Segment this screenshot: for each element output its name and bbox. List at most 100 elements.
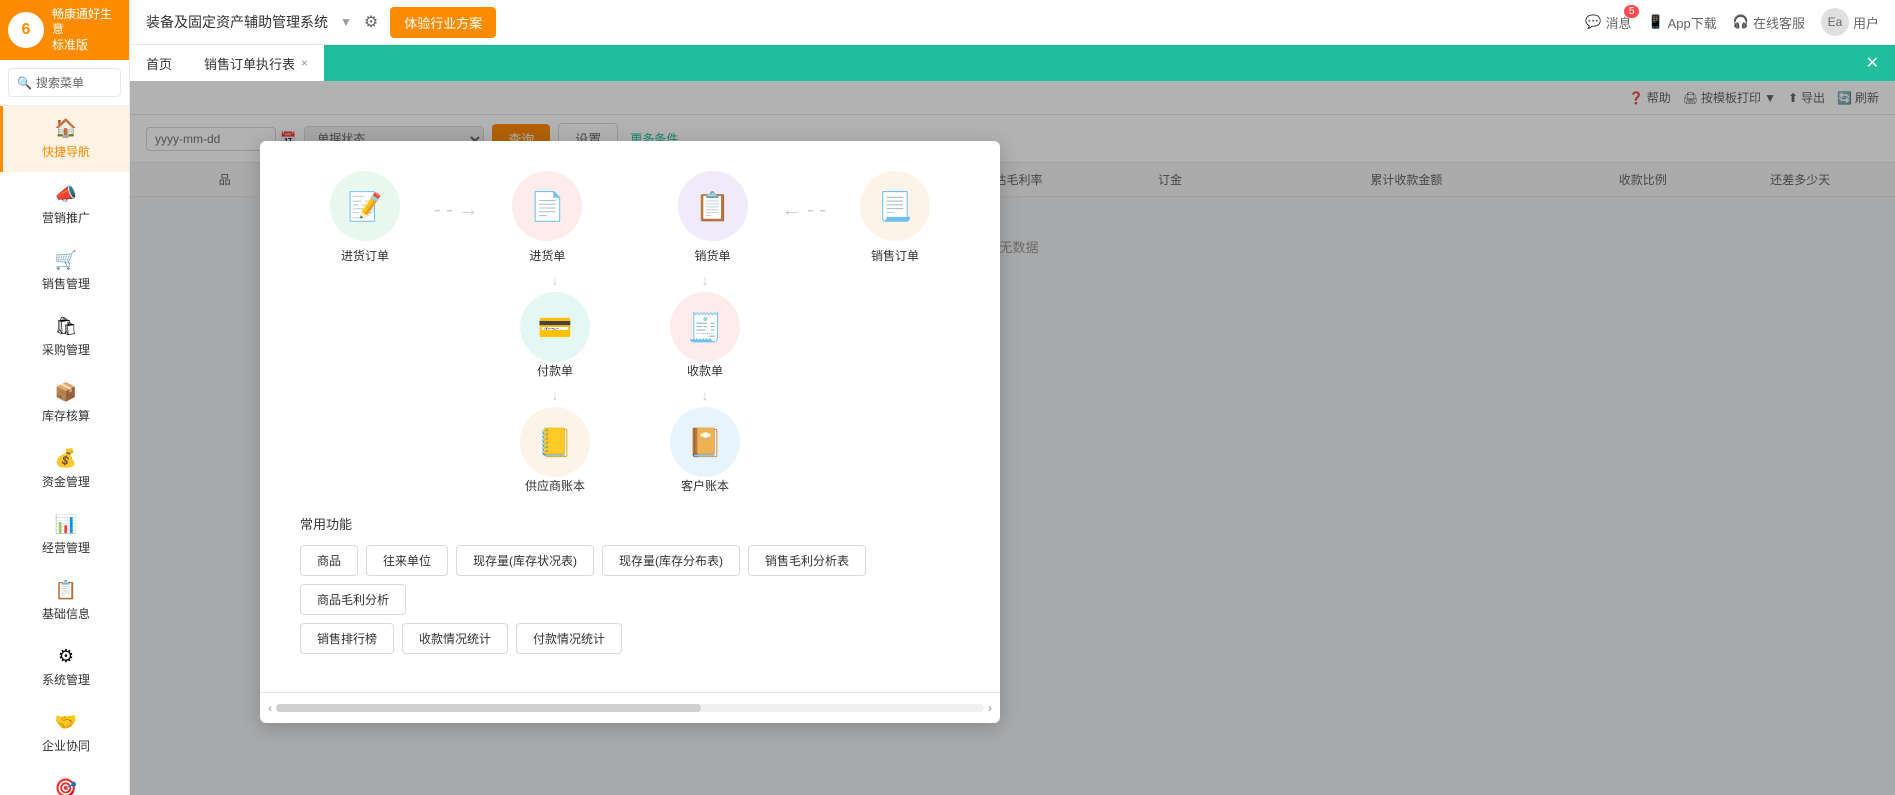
sidebar-item-label: 基础信息 [42, 605, 90, 622]
func-btns-row2: 销售排行榜 收款情况统计 付款情况统计 [300, 623, 960, 654]
down-arrow-receipt-icon: ↓ [702, 272, 709, 288]
func-btn-product[interactable]: 商品 [300, 545, 358, 576]
receipt-circle: 🧾 [670, 292, 740, 362]
purchase-bill-circle: 📄 [512, 171, 582, 241]
down-arrow-customer-icon: ↓ [702, 387, 709, 403]
avatar: Ea [1821, 8, 1849, 36]
modal-overlay[interactable]: 📝 进货订单 - - → 📄 进货单 [130, 81, 1895, 795]
header-right: 💬 消息 5 📱 App下载 🎧 在线客服 Ea 用户 [1585, 8, 1879, 36]
receipt-label: 收款单 [687, 362, 723, 379]
sidebar: 6 畅康通好生意 标准版 🔍 搜索菜单 🏠 快捷导航 📣 营销推广 🛒 [0, 0, 130, 795]
tab-sales-order[interactable]: 销售订单执行表 × [188, 45, 324, 81]
sidebar-item-system[interactable]: ⚙ 系统管理 [0, 634, 129, 700]
search-menu-button[interactable]: 🔍 搜索菜单 [8, 68, 121, 97]
search-icon: 🔍 [17, 76, 32, 90]
message-icon: 💬 [1585, 14, 1601, 30]
sidebar-item-label: 资金管理 [42, 473, 90, 490]
purchase-order-circle: 📝 [330, 171, 400, 241]
arrow-2-icon: ← - - [778, 199, 830, 222]
purchase-bill-label: 进货单 [529, 247, 565, 264]
enterprise-icon: 🤝 [55, 712, 77, 733]
modal-scrollbar: ‹ › [260, 692, 1000, 723]
supplier-circle: 📒 [520, 407, 590, 477]
sidebar-item-label: 系统管理 [42, 671, 90, 688]
func-btn-product-gross[interactable]: 商品毛利分析 [300, 584, 406, 615]
func-btn-partner[interactable]: 往来单位 [366, 545, 448, 576]
operation-icon: 📊 [55, 514, 77, 535]
quick-nav-icon: 🏠 [55, 118, 77, 139]
customer-circle: 📔 [670, 407, 740, 477]
basic-icon: 📋 [55, 580, 77, 601]
tabs-bar: 首页 销售订单执行表 × ✕ [130, 45, 1895, 81]
sidebar-item-purchase[interactable]: 🛍 采购管理 [0, 304, 129, 370]
user-name: 用户 [1853, 13, 1879, 32]
message-btn[interactable]: 💬 消息 5 [1585, 13, 1631, 32]
sidebar-logo: 6 畅康通好生意 标准版 [0, 0, 129, 60]
experience-btn[interactable]: 体验行业方案 [390, 7, 496, 38]
func-btn-sales-rank[interactable]: 销售排行榜 [300, 623, 394, 654]
supplier-label: 供应商账本 [525, 477, 585, 494]
sidebar-item-finance[interactable]: 💰 资金管理 [0, 436, 129, 502]
scrollbar-thumb [276, 704, 701, 712]
sidebar-item-label: 库存核算 [42, 407, 90, 424]
sidebar-item-quick-nav[interactable]: 🏠 快捷导航 [0, 106, 129, 172]
logo-icon: 6 [8, 12, 44, 48]
flow-sales-bill[interactable]: 📋 销货单 [648, 171, 778, 264]
quick-nav-modal: 📝 进货订单 - - → 📄 进货单 [260, 141, 1000, 723]
sidebar-item-inventory[interactable]: 📦 库存核算 [0, 370, 129, 436]
sales-order-label: 销售订单 [871, 247, 919, 264]
system-icon: ⚙ [58, 646, 74, 667]
flow-purchase-order[interactable]: 📝 进货订单 [300, 171, 430, 264]
guide-icon: 🎯 [55, 778, 77, 795]
payment-circle: 💳 [520, 292, 590, 362]
func-btn-sales-gross[interactable]: 销售毛利分析表 [748, 545, 866, 576]
dropdown-arrow-icon[interactable]: ▼ [340, 15, 352, 29]
sidebar-item-operation[interactable]: 📊 经营管理 [0, 502, 129, 568]
marketing-icon: 📣 [55, 184, 77, 205]
sidebar-item-marketing[interactable]: 📣 营销推广 [0, 172, 129, 238]
tab-home[interactable]: 首页 [130, 45, 188, 81]
purchase-order-label: 进货订单 [341, 247, 389, 264]
online-service-btn[interactable]: 🎧 在线客服 [1733, 13, 1805, 32]
scroll-left-icon[interactable]: ‹ [268, 701, 272, 715]
scrollbar-track [276, 704, 984, 712]
tab-close-icon[interactable]: × [301, 56, 308, 70]
sidebar-item-label: 销售管理 [42, 275, 90, 292]
app-download-btn[interactable]: 📱 App下载 [1647, 13, 1716, 32]
flow-sales-order[interactable]: 📃 销售订单 [830, 171, 960, 264]
user-avatar[interactable]: Ea 用户 [1821, 8, 1879, 36]
tab-home-label: 首页 [146, 54, 172, 73]
down-arrow-supplier-icon: ↓ [552, 387, 559, 403]
scroll-right-icon[interactable]: › [988, 701, 992, 715]
sales-icon: 🛒 [55, 250, 77, 271]
sidebar-nav: 🏠 快捷导航 📣 营销推广 🛒 销售管理 🛍 采购管理 📦 库存核算 💰 [0, 106, 129, 795]
sidebar-search[interactable]: 🔍 搜索菜单 [0, 60, 129, 106]
tab-sales-order-label: 销售订单执行表 [204, 54, 295, 73]
customer-label: 客户账本 [681, 477, 729, 494]
func-btn-stock-status[interactable]: 现存量(库存状况表) [456, 545, 594, 576]
main-content: 装备及固定资产辅助管理系统 ▼ ⚙ 体验行业方案 💬 消息 5 📱 App下载 … [130, 0, 1895, 795]
func-btn-payment-stats[interactable]: 付款情况统计 [516, 623, 622, 654]
content-area: ❓ 帮助 🖨 按模板打印 ▼ ⬆ 导出 🔄 刷新 [130, 81, 1895, 795]
message-badge: 5 [1624, 5, 1640, 18]
sidebar-item-basic[interactable]: 📋 基础信息 [0, 568, 129, 634]
service-label: 在线客服 [1753, 13, 1805, 32]
sidebar-item-enterprise[interactable]: 🤝 企业协同 [0, 700, 129, 766]
settings-gear-icon[interactable]: ⚙ [364, 12, 378, 32]
sidebar-item-sales[interactable]: 🛒 销售管理 [0, 238, 129, 304]
func-btn-stock-dist[interactable]: 现存量(库存分布表) [602, 545, 740, 576]
sales-bill-label: 销货单 [695, 247, 731, 264]
sidebar-item-guide[interactable]: 🎯 新手引导 [0, 766, 129, 795]
sidebar-item-label: 快捷导航 [42, 143, 90, 160]
sales-order-circle: 📃 [860, 171, 930, 241]
modal-inner: 📝 进货订单 - - → 📄 进货单 [260, 141, 1000, 692]
app-download-label: App下载 [1668, 13, 1717, 32]
flow-purchase-bill[interactable]: 📄 进货单 [482, 171, 612, 264]
finance-icon: 💰 [55, 448, 77, 469]
inventory-icon: 📦 [55, 382, 77, 403]
func-btn-receipt-stats[interactable]: 收款情况统计 [402, 623, 508, 654]
download-icon: 📱 [1647, 14, 1663, 30]
tabs-close-all-btn[interactable]: ✕ [1858, 53, 1887, 73]
system-title: 装备及固定资产辅助管理系统 [146, 12, 328, 32]
sidebar-item-label: 企业协同 [42, 737, 90, 754]
